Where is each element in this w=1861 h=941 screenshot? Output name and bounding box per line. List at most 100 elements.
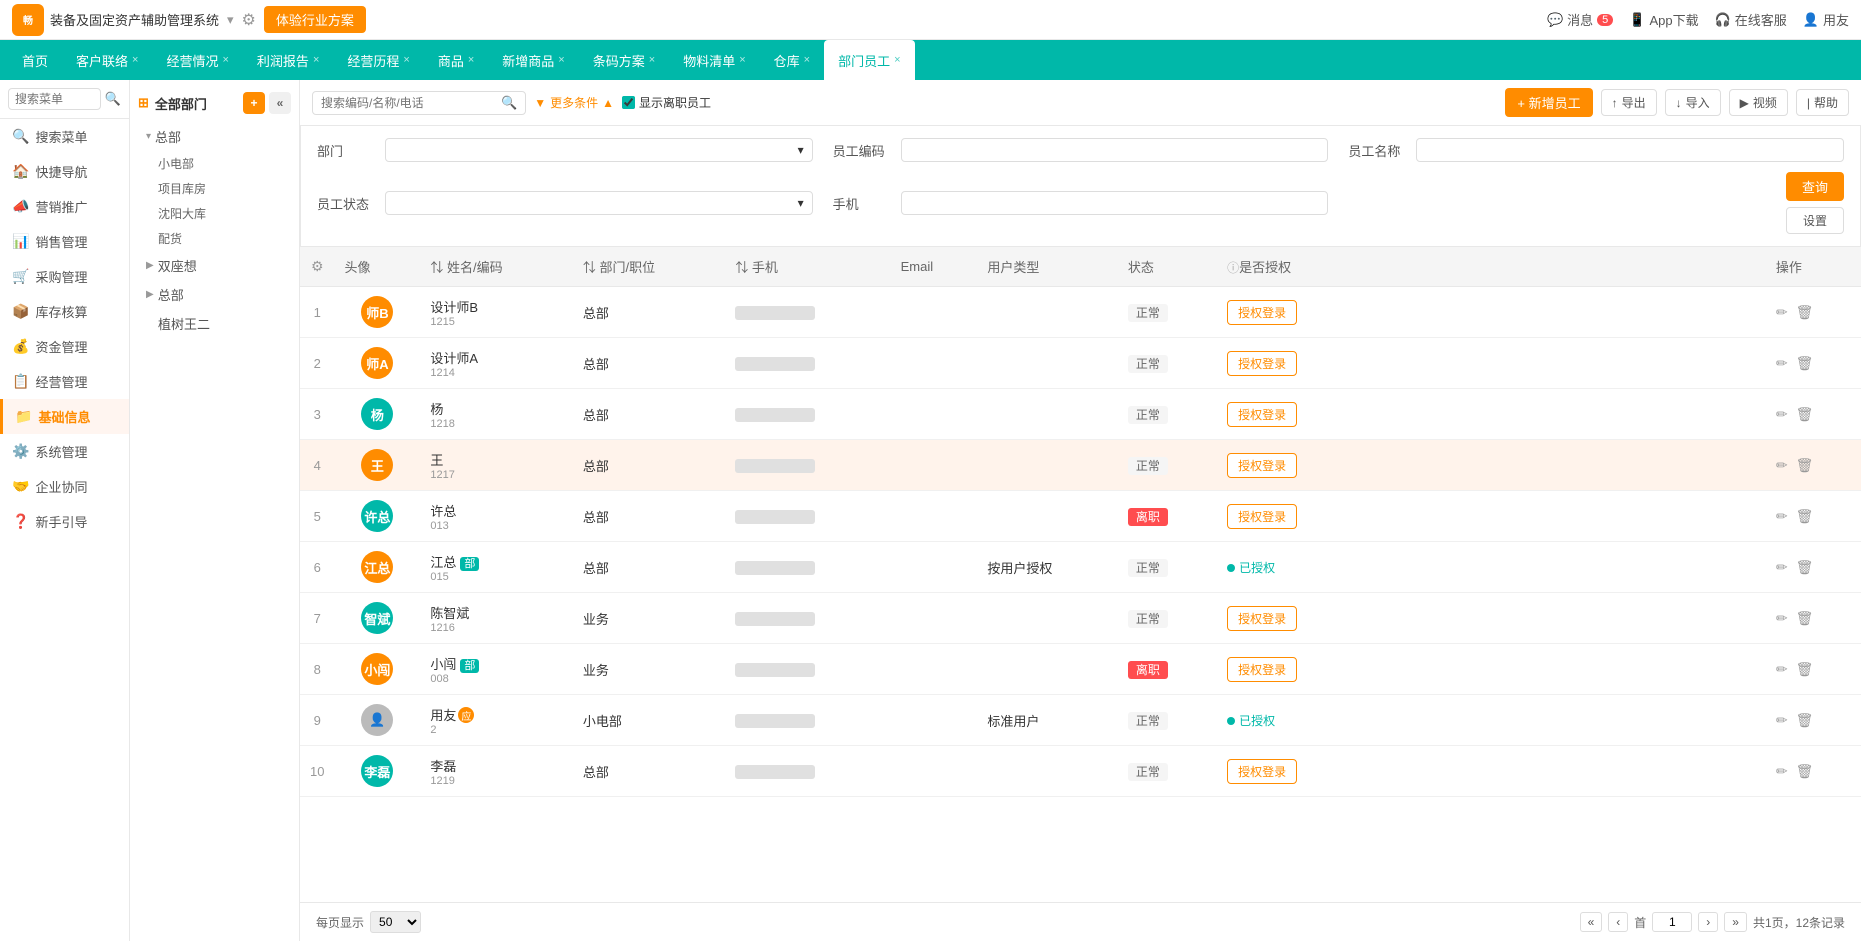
delete-icon[interactable]: 🗑 (1796, 610, 1814, 627)
tab-bom[interactable]: 物料清单 × (669, 40, 759, 80)
edit-icon[interactable]: ✏ (1776, 661, 1788, 678)
tab-business[interactable]: 经营情况 × (152, 40, 242, 80)
close-icon[interactable]: × (132, 54, 138, 66)
delete-icon[interactable]: 🗑 (1796, 355, 1814, 372)
next-page-btn[interactable]: › (1698, 912, 1718, 932)
dept-item-headquarters[interactable]: ▾ 总部 (138, 122, 291, 151)
sidebar-item-operations[interactable]: 📋经营管理 (0, 364, 129, 399)
query-btn[interactable]: 查询 (1786, 172, 1844, 201)
tab-home[interactable]: 首页 (8, 40, 62, 80)
trial-button[interactable]: 体验行业方案 (264, 6, 366, 33)
dept-item-hq2[interactable]: ▶ 总部 (138, 280, 291, 309)
auth-login-btn[interactable]: 授权登录 (1227, 504, 1297, 529)
reset-btn[interactable]: 设置 (1786, 207, 1844, 234)
tab-profit[interactable]: 利润报告 × (243, 40, 333, 80)
delete-icon[interactable]: 🗑 (1796, 559, 1814, 576)
dept-add-btn[interactable]: + (243, 92, 265, 114)
app-download-item[interactable]: 📱 App下载 (1629, 10, 1698, 29)
edit-icon[interactable]: ✏ (1776, 355, 1788, 372)
dept-child-distribution[interactable]: 配货 (138, 226, 291, 251)
tab-warehouse[interactable]: 仓库 × (760, 40, 824, 80)
delete-icon[interactable]: 🗑 (1796, 457, 1814, 474)
empstatus-filter-select[interactable]: ▾ (385, 191, 813, 215)
add-employee-btn[interactable]: + 新增员工 (1505, 88, 1592, 117)
auth-login-btn[interactable]: 授权登录 (1227, 453, 1297, 478)
dropdown-arrow-icon[interactable]: ▾ (227, 12, 234, 28)
close-icon[interactable]: × (468, 54, 474, 66)
close-icon[interactable]: × (313, 54, 319, 66)
edit-icon[interactable]: ✏ (1776, 508, 1788, 525)
show-resigned-checkbox[interactable] (622, 96, 635, 109)
col-name[interactable]: ⇅ 姓名/编码 (420, 247, 572, 287)
delete-icon[interactable]: 🗑 (1796, 661, 1814, 678)
auth-login-btn[interactable]: 授权登录 (1227, 606, 1297, 631)
sidebar-item-purchase[interactable]: 🛒采购管理 (0, 259, 129, 294)
tab-barcode[interactable]: 条码方案 × (579, 40, 669, 80)
dept-item-plant[interactable]: 植树王二 (138, 309, 291, 338)
tab-add-goods[interactable]: 新增商品 × (488, 40, 578, 80)
first-page-btn[interactable]: « (1580, 912, 1603, 932)
close-icon[interactable]: × (558, 54, 564, 66)
user-item[interactable]: 👤 用友 (1803, 10, 1849, 29)
auth-login-btn[interactable]: 授权登录 (1227, 657, 1297, 682)
sidebar-item-basic[interactable]: 📁基础信息 (0, 399, 129, 434)
close-icon[interactable]: × (894, 54, 900, 66)
tab-goods[interactable]: 商品 × (424, 40, 488, 80)
close-icon[interactable]: × (804, 54, 810, 66)
col-dept[interactable]: ⇅ 部门/职位 (573, 247, 725, 287)
help-btn[interactable]: | 帮助 (1796, 89, 1849, 116)
close-icon[interactable]: × (739, 54, 745, 66)
close-icon[interactable]: × (222, 54, 228, 66)
delete-icon[interactable]: 🗑 (1796, 763, 1814, 780)
tab-customer[interactable]: 客户联络 × (62, 40, 152, 80)
page-input[interactable] (1652, 912, 1692, 932)
auth-login-btn[interactable]: 授权登录 (1227, 759, 1297, 784)
export-btn[interactable]: ↑ 导出 (1601, 89, 1657, 116)
edit-icon[interactable]: ✏ (1776, 712, 1788, 729)
sidebar-item-marketing[interactable]: 📣营销推广 (0, 189, 129, 224)
sidebar-item-quicknav[interactable]: 🏠快捷导航 (0, 154, 129, 189)
dept-filter-select[interactable]: ▾ (385, 138, 813, 162)
auth-login-btn[interactable]: 授权登录 (1227, 402, 1297, 427)
dept-child-project-storage[interactable]: 项目库房 (138, 176, 291, 201)
tab-history[interactable]: 经营历程 × (333, 40, 423, 80)
sidebar-item-finance[interactable]: 💰资金管理 (0, 329, 129, 364)
empcode-filter-input[interactable] (901, 138, 1329, 162)
delete-icon[interactable]: 🗑 (1796, 508, 1814, 525)
sidebar-search-input[interactable] (8, 88, 101, 110)
message-item[interactable]: 💬 消息 5 (1547, 10, 1613, 29)
phone-filter-input[interactable] (901, 191, 1329, 215)
tab-employees[interactable]: 部门员工 × (824, 40, 914, 80)
prev-page-btn[interactable]: ‹ (1608, 912, 1628, 932)
close-icon[interactable]: × (403, 54, 409, 66)
dept-item-dual[interactable]: ▶ 双座想 (138, 251, 291, 280)
edit-icon[interactable]: ✏ (1776, 559, 1788, 576)
empname-filter-input[interactable] (1416, 138, 1844, 162)
sidebar-item-search[interactable]: 🔍搜索菜单 (0, 119, 129, 154)
sidebar-item-inventory[interactable]: 📦库存核算 (0, 294, 129, 329)
col-phone[interactable]: ⇅ 手机 (725, 247, 890, 287)
search-input[interactable] (321, 96, 501, 110)
sidebar-item-sales[interactable]: 📊销售管理 (0, 224, 129, 259)
auth-login-btn[interactable]: 授权登录 (1227, 351, 1297, 376)
sidebar-item-guide[interactable]: ❓新手引导 (0, 504, 129, 539)
view-btn[interactable]: ▶ 视频 (1729, 89, 1788, 116)
sidebar-item-collab[interactable]: 🤝企业协同 (0, 469, 129, 504)
col-settings[interactable]: ⚙ (300, 247, 334, 287)
edit-icon[interactable]: ✏ (1776, 763, 1788, 780)
import-btn[interactable]: ↓ 导入 (1665, 89, 1721, 116)
edit-icon[interactable]: ✏ (1776, 610, 1788, 627)
dept-child-shenyang[interactable]: 沈阳大库 (138, 201, 291, 226)
settings-icon[interactable]: ⚙ (242, 10, 256, 30)
per-page-select[interactable]: 50 100 200 (370, 911, 421, 933)
close-icon[interactable]: × (649, 54, 655, 66)
edit-icon[interactable]: ✏ (1776, 304, 1788, 321)
delete-icon[interactable]: 🗑 (1796, 304, 1814, 321)
auth-login-btn[interactable]: 授权登录 (1227, 300, 1297, 325)
delete-icon[interactable]: 🗑 (1796, 712, 1814, 729)
online-service-item[interactable]: 🎧 在线客服 (1715, 10, 1787, 29)
more-filter-btn[interactable]: ▼ 更多条件 ▲ (534, 94, 614, 111)
delete-icon[interactable]: 🗑 (1796, 406, 1814, 423)
edit-icon[interactable]: ✏ (1776, 406, 1788, 423)
dept-child-small-elec[interactable]: 小电部 (138, 151, 291, 176)
